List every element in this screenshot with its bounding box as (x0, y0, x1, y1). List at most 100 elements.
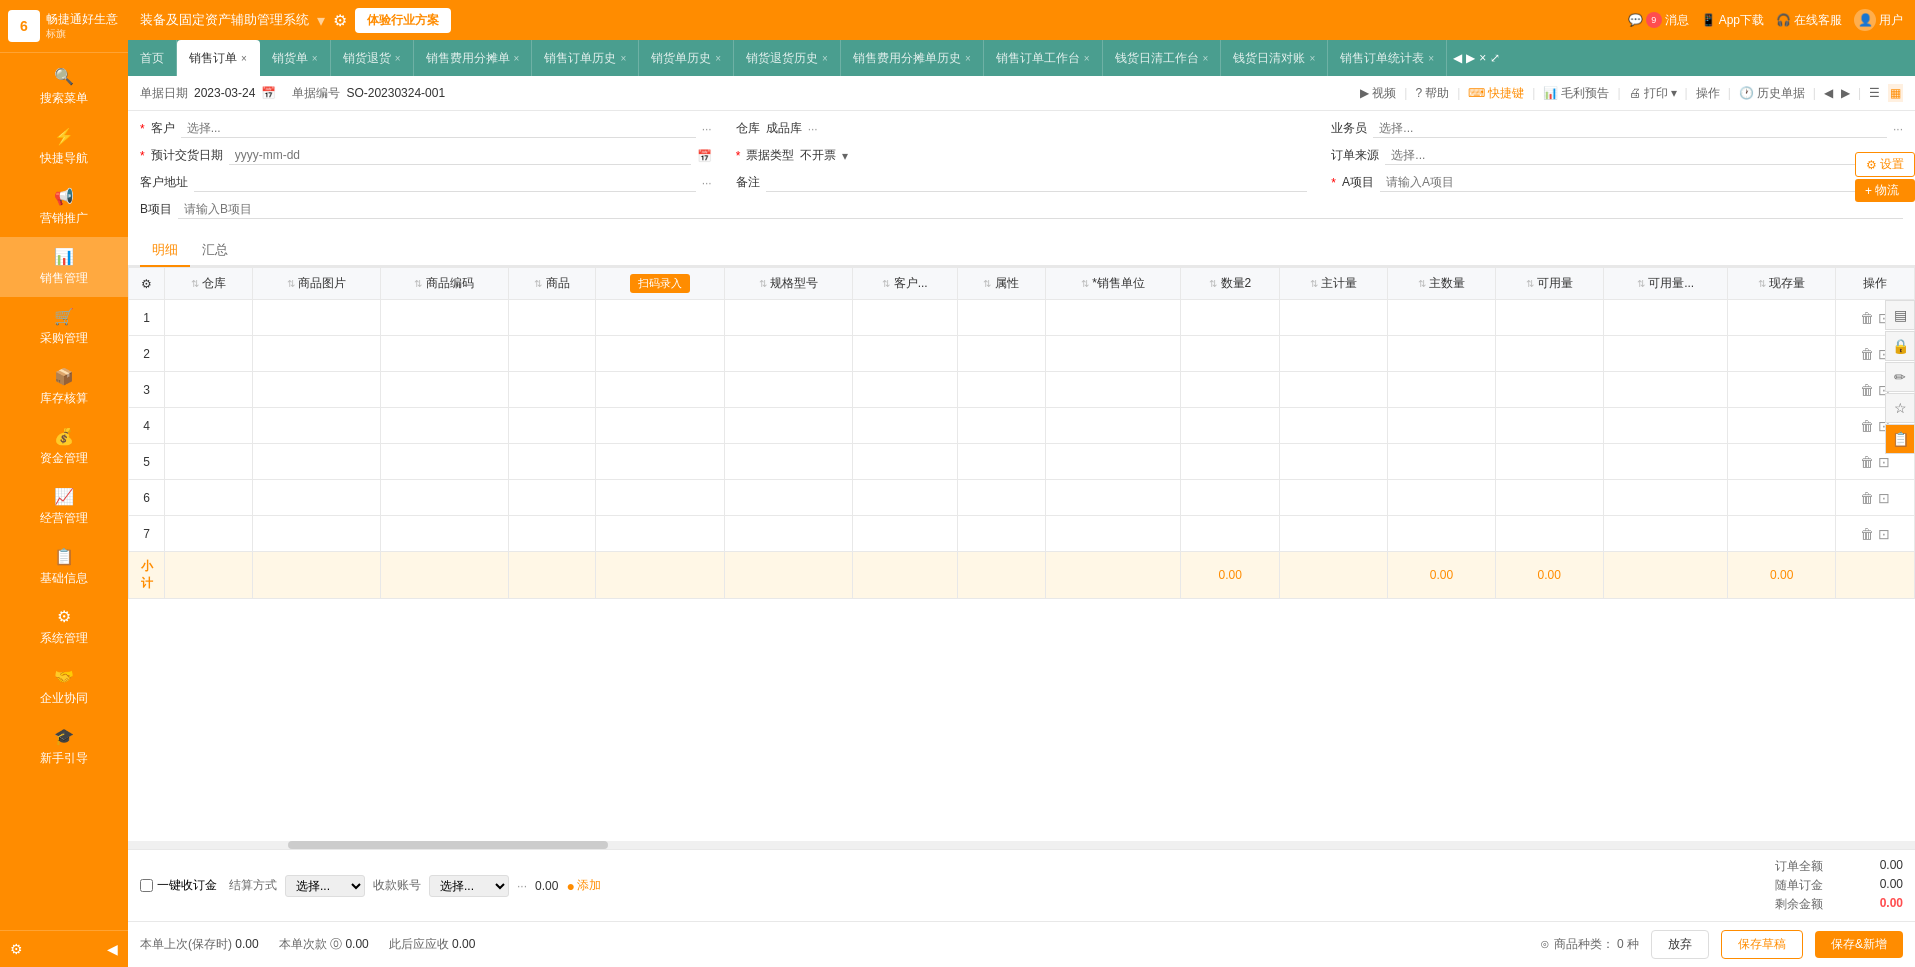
col-header-7[interactable]: ⇅ 客户... (853, 268, 957, 300)
tab-5[interactable]: 销售订单历史× (532, 40, 639, 76)
row-delete-icon[interactable]: 🗑 (1860, 346, 1874, 362)
float-btn-4[interactable]: ☆ (1885, 393, 1915, 423)
list-view-icon[interactable]: ☰ (1869, 86, 1880, 100)
nav-prev-icon[interactable]: ◀ (1824, 86, 1833, 100)
row-delete-icon[interactable]: 🗑 (1860, 310, 1874, 326)
row-copy-icon[interactable]: ⊡ (1878, 526, 1890, 542)
calendar-icon[interactable]: 📅 (261, 86, 276, 100)
row-copy-icon[interactable]: ⊡ (1878, 490, 1890, 506)
row-delete-icon[interactable]: 🗑 (1860, 382, 1874, 398)
scroll-thumb[interactable] (288, 841, 608, 849)
sidebar-item-6[interactable]: 💰资金管理 (0, 417, 128, 477)
sidebar-item-3[interactable]: 📊销售管理 (0, 237, 128, 297)
sidebar-collapse-btn[interactable]: ◀ (107, 941, 118, 957)
tab-11[interactable]: 钱货日清对账× (1221, 40, 1328, 76)
salesperson-more-icon[interactable]: ··· (1893, 122, 1903, 136)
col-header-14[interactable]: ⇅ 可用量... (1603, 268, 1728, 300)
col-header-10[interactable]: ⇅ 数量2 (1181, 268, 1280, 300)
col-header-11[interactable]: ⇅ 主计量 (1280, 268, 1388, 300)
tab-3[interactable]: 销货退货× (331, 40, 414, 76)
warehouse-more-icon[interactable]: ··· (808, 122, 818, 136)
customer-input[interactable] (181, 119, 696, 138)
help-action[interactable]: ? 帮助 (1415, 85, 1449, 102)
one-click-checkbox[interactable] (140, 879, 153, 892)
col-header-5[interactable]: 扫码录入 (596, 268, 725, 300)
history-action[interactable]: 🕐 历史单据 (1739, 85, 1805, 102)
float-btn-3[interactable]: ✏ (1885, 362, 1915, 392)
col-header-4[interactable]: ⇅ 商品 (508, 268, 596, 300)
a-project-input[interactable] (1380, 173, 1903, 192)
col-header-3[interactable]: ⇅ 商品编码 (380, 268, 508, 300)
industry-plan-btn[interactable]: 体验行业方案 (355, 8, 451, 33)
address-more-icon[interactable]: ··· (702, 176, 712, 190)
col-header-6[interactable]: ⇅ 规格型号 (725, 268, 853, 300)
detail-tab-0[interactable]: 明细 (140, 235, 190, 267)
float-btn-1[interactable]: ▤ (1885, 300, 1915, 330)
profit-action[interactable]: 📊 毛利预告 (1543, 85, 1609, 102)
grid-view-icon[interactable]: ▦ (1888, 84, 1903, 102)
sidebar-item-8[interactable]: 📋基础信息 (0, 537, 128, 597)
customer-address-input[interactable] (194, 173, 696, 192)
col-header-15[interactable]: ⇅ 现存量 (1728, 268, 1836, 300)
remark-input[interactable] (766, 173, 1308, 192)
b-project-input[interactable] (178, 200, 1903, 219)
app-download-action[interactable]: 📱 App下载 (1701, 12, 1764, 29)
tab-1[interactable]: 销售订单× (177, 40, 260, 76)
order-source-input[interactable] (1385, 146, 1903, 165)
settings-btn[interactable]: ⚙ 设置 (1855, 152, 1915, 177)
row-copy-icon[interactable]: ⊡ (1878, 454, 1890, 470)
account-more-icon[interactable]: ··· (517, 879, 527, 893)
tab-9[interactable]: 销售订单工作台× (984, 40, 1103, 76)
tab-0[interactable]: 首页 (128, 40, 177, 76)
payment-method-select[interactable]: 选择... (285, 875, 365, 897)
one-click-label[interactable]: 一键收订金 (140, 877, 217, 894)
col-header-13[interactable]: ⇅ 可用量 (1495, 268, 1603, 300)
scroll-track[interactable] (128, 841, 1915, 849)
col-header-1[interactable]: ⇅ 仓库 (165, 268, 253, 300)
tab-8[interactable]: 销售费用分摊单历史× (841, 40, 984, 76)
delivery-date-input[interactable] (229, 146, 691, 165)
tab-prev[interactable]: ◀ (1453, 51, 1462, 65)
settings-icon[interactable]: ⚙ (333, 11, 347, 30)
row-delete-icon[interactable]: 🗑 (1860, 454, 1874, 470)
add-logistics-btn[interactable]: + 物流 (1855, 179, 1915, 202)
tab-2[interactable]: 销货单× (260, 40, 331, 76)
col-header-12[interactable]: ⇅ 主数量 (1388, 268, 1496, 300)
customer-more-icon[interactable]: ··· (702, 122, 712, 136)
float-btn-2[interactable]: 🔒 (1885, 331, 1915, 361)
tab-close-all[interactable]: × (1479, 51, 1486, 65)
sidebar-item-5[interactable]: 📦库存核算 (0, 357, 128, 417)
col-header-8[interactable]: ⇅ 属性 (957, 268, 1045, 300)
row-delete-icon[interactable]: 🗑 (1860, 490, 1874, 506)
sidebar-item-7[interactable]: 📈经营管理 (0, 477, 128, 537)
sidebar-item-4[interactable]: 🛒采购管理 (0, 297, 128, 357)
user-action[interactable]: 👤 用户 (1854, 9, 1903, 31)
row-delete-icon[interactable]: 🗑 (1860, 526, 1874, 542)
tab-7[interactable]: 销货退货历史× (734, 40, 841, 76)
detail-tab-1[interactable]: 汇总 (190, 235, 240, 267)
sidebar-item-9[interactable]: ⚙系统管理 (0, 597, 128, 657)
tab-next[interactable]: ▶ (1466, 51, 1475, 65)
table-wrapper[interactable]: ⚙⇅ 仓库⇅ 商品图片⇅ 商品编码⇅ 商品扫码录入⇅ 规格型号⇅ 客户...⇅ … (128, 267, 1915, 841)
sidebar-item-1[interactable]: ⚡快捷导航 (0, 117, 128, 177)
scan-btn[interactable]: 扫码录入 (630, 274, 690, 293)
system-dropdown-icon[interactable]: ▾ (317, 11, 325, 30)
nav-next-icon[interactable]: ▶ (1841, 86, 1850, 100)
sidebar-settings-btn[interactable]: ⚙ (10, 941, 23, 957)
save-new-btn[interactable]: 保存&新增 (1815, 931, 1903, 958)
tab-6[interactable]: 销货单历史× (639, 40, 734, 76)
col-header-9[interactable]: ⇅ *销售单位 (1045, 268, 1181, 300)
sidebar-item-2[interactable]: 📢营销推广 (0, 177, 128, 237)
print-action[interactable]: 🖨 打印 ▾ (1629, 85, 1677, 102)
float-btn-5[interactable]: 📋 (1885, 424, 1915, 454)
tab-expand[interactable]: ⤢ (1490, 51, 1500, 65)
col-header-2[interactable]: ⇅ 商品图片 (252, 268, 380, 300)
online-service-action[interactable]: 🎧 在线客服 (1776, 12, 1842, 29)
sidebar-item-10[interactable]: 🤝企业协同 (0, 657, 128, 717)
tab-10[interactable]: 钱货日清工作台× (1103, 40, 1222, 76)
row-delete-icon[interactable]: 🗑 (1860, 418, 1874, 434)
save-draft-btn[interactable]: 保存草稿 (1721, 930, 1803, 959)
sidebar-item-0[interactable]: 🔍搜索菜单 (0, 57, 128, 117)
delivery-calendar-icon[interactable]: 📅 (697, 149, 712, 163)
invoice-dropdown-icon[interactable]: ▾ (842, 149, 848, 163)
